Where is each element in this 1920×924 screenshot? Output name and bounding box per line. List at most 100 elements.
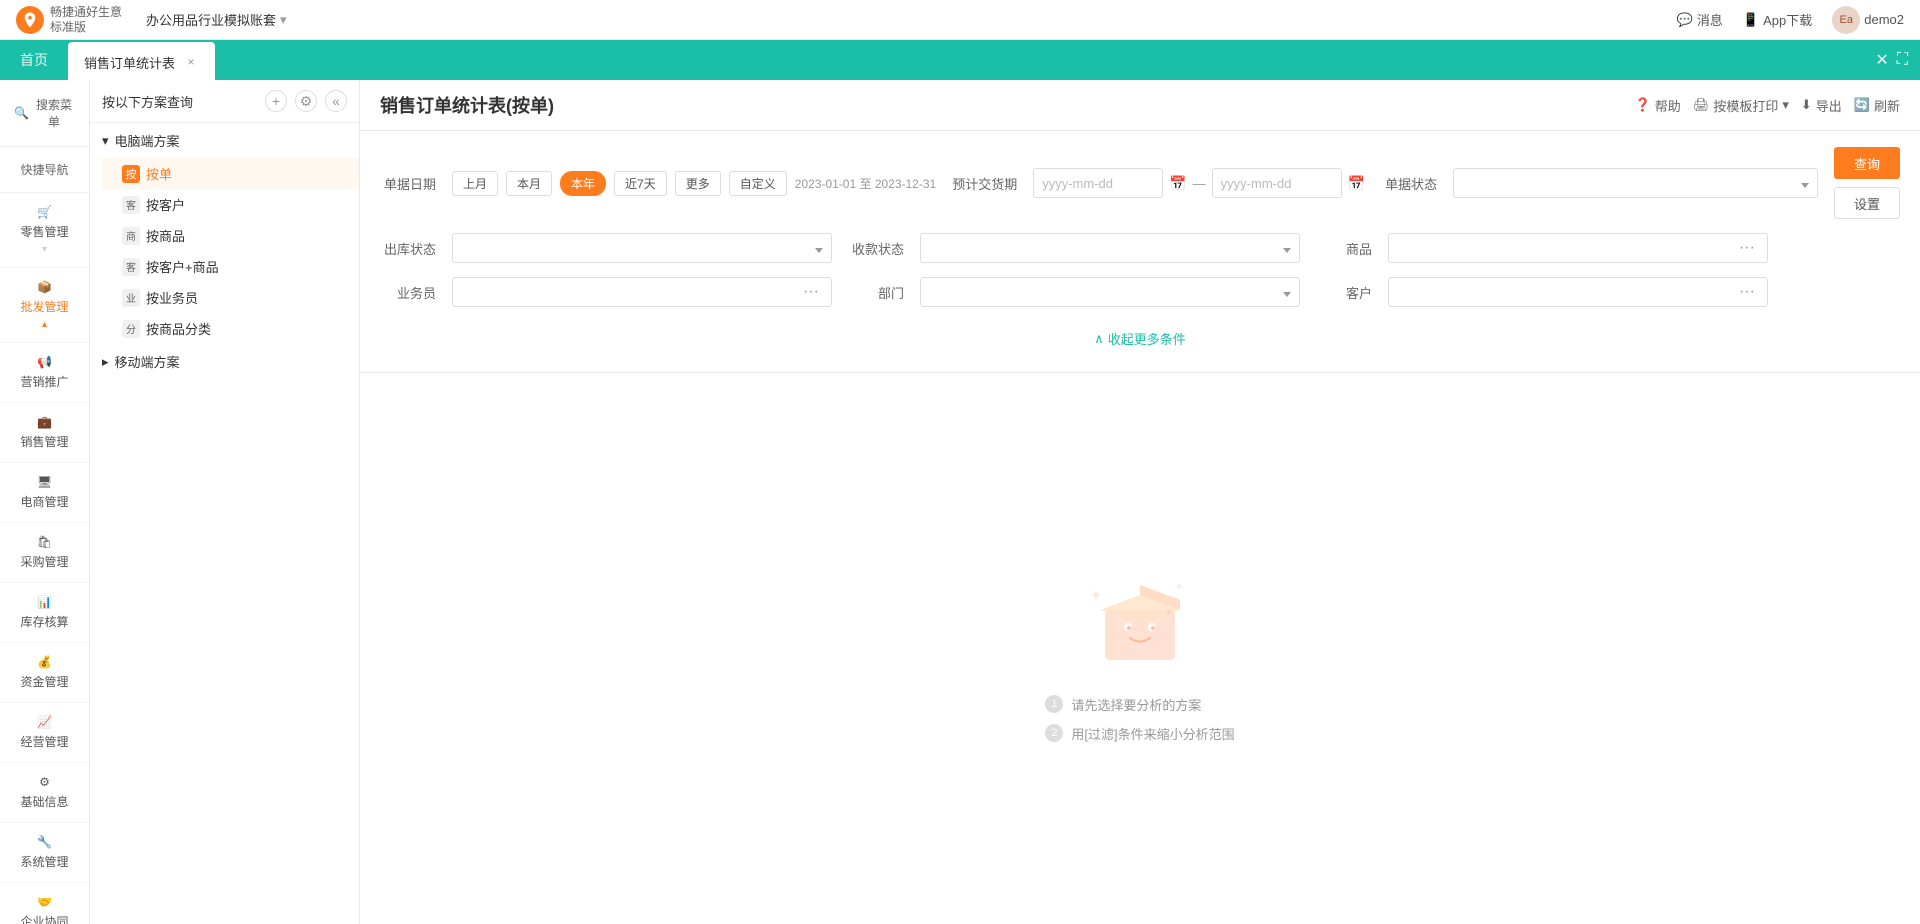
- fullscreen-icon[interactable]: ⛶: [1897, 51, 1908, 69]
- date-btn-this-month[interactable]: 本月: [506, 171, 552, 196]
- tree-parent-mobile[interactable]: ▸ 移动端方案: [90, 344, 359, 379]
- print-icon: 🖨: [1693, 97, 1710, 113]
- refresh-button[interactable]: 🔄 刷新: [1854, 96, 1900, 115]
- main-layout: 🔍 搜索菜单 快捷导航 🛒 零售管理 ▾ 📦 批发管理 ▴ 📢 营销推广 💼 销…: [0, 80, 1920, 924]
- tree-expand-icon-mobile: ▸: [102, 354, 109, 370]
- sidebar-item-sales[interactable]: 💼 销售管理: [0, 403, 89, 463]
- tree-children-pc: 按 按单 客 按客户 商 按商品 客 按客户+商品 业 按业务员: [90, 158, 359, 344]
- sidebar-item-retail[interactable]: 🛒 零售管理 ▾: [0, 193, 89, 268]
- sidebar-item-basic[interactable]: ⚙ 基础信息: [0, 763, 89, 823]
- scheme-icon-salesperson: 业: [122, 289, 140, 307]
- scheme-by-salesperson[interactable]: 业 按业务员: [102, 282, 359, 313]
- sidebar-item-system[interactable]: 🔧 系统管理: [0, 823, 89, 883]
- tab-bar: 首页 销售订单统计表 × ✕ ⛶: [0, 40, 1920, 80]
- svg-text:✦: ✦: [1090, 587, 1102, 603]
- dept-chevron-icon: [1283, 285, 1291, 300]
- filter-row-3: 业务员 ··· 部门 客户 ···: [380, 277, 1900, 307]
- print-dropdown-icon: ▾: [1782, 97, 1789, 113]
- delivery-date-from[interactable]: [1033, 168, 1163, 198]
- payment-select[interactable]: [920, 233, 1300, 263]
- page-title: 销售订单统计表(按单): [380, 92, 554, 118]
- system-icon: 🔧: [37, 835, 52, 849]
- date-btn-custom[interactable]: 自定义: [729, 171, 787, 196]
- empty-illustration: ✦ ✦ ★: [1080, 555, 1200, 675]
- goods-select[interactable]: ···: [1388, 233, 1768, 263]
- date-btn-this-year[interactable]: 本年: [560, 171, 606, 196]
- date-btn-more[interactable]: 更多: [675, 171, 721, 196]
- shipping-label: 出库状态: [380, 239, 436, 258]
- collapse-panel-button[interactable]: «: [325, 90, 347, 112]
- sidebar-item-finance[interactable]: 💰 资金管理: [0, 643, 89, 703]
- tip-num-2: 2: [1045, 724, 1063, 742]
- user-menu[interactable]: Ea demo2: [1832, 6, 1904, 34]
- settings-button[interactable]: 设置: [1834, 187, 1900, 219]
- export-button[interactable]: ⬇ 导出: [1801, 96, 1842, 115]
- goods-ellipsis-icon[interactable]: ···: [1735, 239, 1759, 257]
- app-download-button[interactable]: 📱 App下载: [1743, 10, 1812, 29]
- sidebar-item-inventory[interactable]: 📊 库存核算: [0, 583, 89, 643]
- left-panel-actions: + ⚙ «: [265, 90, 347, 112]
- scheme-by-customer[interactable]: 客 按客户: [102, 189, 359, 220]
- left-panel-header: 按以下方案查询 + ⚙ «: [90, 80, 359, 123]
- filter-row-1: 单据日期 上月 本月 本年 近7天 更多 自定义 2023-01-01 至 20…: [380, 147, 1900, 219]
- scheme-by-order[interactable]: 按 按单: [102, 158, 359, 189]
- breadcrumb-dropdown-icon[interactable]: ▾: [280, 12, 287, 28]
- empty-tip-1: 1 请先选择要分析的方案: [1045, 695, 1234, 714]
- salesperson-ellipsis-icon[interactable]: ···: [799, 283, 823, 301]
- date-label: 单据日期: [380, 174, 436, 193]
- sidebar-quick-nav[interactable]: 快捷导航: [0, 155, 89, 184]
- filter-section: 单据日期 上月 本月 本年 近7天 更多 自定义 2023-01-01 至 20…: [360, 131, 1920, 373]
- sidebar-item-wholesale[interactable]: 📦 批发管理 ▴: [0, 268, 89, 343]
- export-icon: ⬇: [1801, 97, 1812, 113]
- tab-home[interactable]: 首页: [0, 40, 68, 80]
- shipping-select[interactable]: [452, 233, 832, 263]
- customer-label: 客户: [1316, 283, 1372, 302]
- sidebar-item-operation[interactable]: 📈 经营管理: [0, 703, 89, 763]
- sidebar-item-purchase[interactable]: 🛍 采购管理: [0, 523, 89, 583]
- status-label: 单据状态: [1381, 174, 1437, 193]
- sales-icon: 💼: [37, 415, 52, 429]
- shipping-chevron-icon: [815, 241, 823, 256]
- tab-sales-order-stats[interactable]: 销售订单统计表 ×: [68, 42, 215, 82]
- help-button[interactable]: ❓ 帮助: [1635, 96, 1681, 115]
- scheme-by-customer-goods[interactable]: 客 按客户+商品: [102, 251, 359, 282]
- calendar-to-icon[interactable]: 📅: [1348, 175, 1365, 192]
- query-button[interactable]: 查询: [1834, 147, 1900, 179]
- chevron-up-icon: ▴: [42, 319, 47, 330]
- collapse-bar[interactable]: ∧ 收起更多条件: [380, 321, 1900, 356]
- scheme-by-goods-category[interactable]: 分 按商品分类: [102, 313, 359, 344]
- calendar-from-icon[interactable]: 📅: [1169, 175, 1186, 192]
- sidebar-search-btn[interactable]: 🔍 搜索菜单: [8, 90, 81, 136]
- add-scheme-button[interactable]: +: [265, 90, 287, 112]
- message-button[interactable]: 💬 消息: [1677, 10, 1723, 29]
- tab-close-icon[interactable]: ×: [183, 54, 199, 70]
- scheme-icon-goods: 商: [122, 227, 140, 245]
- customer-select[interactable]: ···: [1388, 277, 1768, 307]
- sidebar-item-enterprise[interactable]: 🤝 企业协同: [0, 883, 89, 924]
- settings-scheme-button[interactable]: ⚙: [295, 90, 317, 112]
- top-bar: 畅捷通好生意 标准版 办公用品行业模拟账套 ▾ 💬 消息 📱 App下载 Ea …: [0, 0, 1920, 40]
- delivery-date-to[interactable]: [1212, 168, 1342, 198]
- salesperson-select[interactable]: ···: [452, 277, 832, 307]
- status-select[interactable]: [1453, 168, 1818, 198]
- print-template-button[interactable]: 🖨 按模板打印 ▾: [1693, 96, 1789, 115]
- sidebar-item-marketing[interactable]: 📢 营销推广: [0, 343, 89, 403]
- tree-parent-pc[interactable]: ▾ 电脑端方案: [90, 123, 359, 158]
- dept-select[interactable]: [920, 277, 1300, 307]
- scheme-by-goods[interactable]: 商 按商品: [102, 220, 359, 251]
- sidebar: 🔍 搜索菜单 快捷导航 🛒 零售管理 ▾ 📦 批发管理 ▴ 📢 营销推广 💼 销…: [0, 80, 90, 924]
- date-btn-last-month[interactable]: 上月: [452, 171, 498, 196]
- dept-label: 部门: [848, 283, 904, 302]
- breadcrumb[interactable]: 办公用品行业模拟账套 ▾: [146, 10, 287, 29]
- inventory-icon: 📊: [37, 595, 52, 609]
- svg-text:✦: ✦: [1175, 582, 1183, 593]
- operation-icon: 📈: [37, 715, 52, 729]
- close-window-icon[interactable]: ✕: [1875, 50, 1888, 70]
- customer-ellipsis-icon[interactable]: ···: [1735, 283, 1759, 301]
- sidebar-item-ecommerce[interactable]: 🖥 电商管理: [0, 463, 89, 523]
- date-btn-7days[interactable]: 近7天: [614, 171, 667, 196]
- left-panel-title: 按以下方案查询: [102, 92, 193, 111]
- date-range-text: 2023-01-01 至 2023-12-31: [795, 175, 936, 192]
- top-bar-right: 💬 消息 📱 App下载 Ea demo2: [1677, 6, 1904, 34]
- help-icon: ❓: [1635, 97, 1651, 113]
